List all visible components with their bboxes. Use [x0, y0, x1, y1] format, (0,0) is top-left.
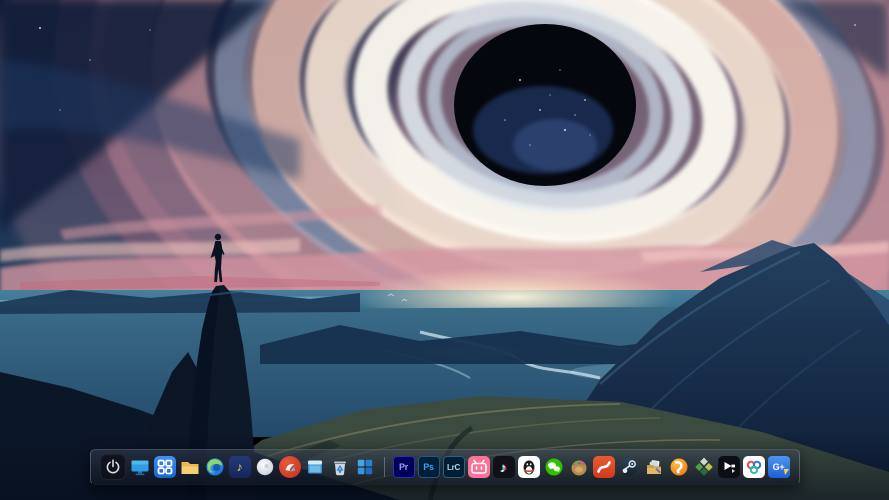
- black-hole-core: [454, 24, 636, 186]
- lightning-icon: [781, 469, 789, 475]
- orange-ribbon-icon: [596, 461, 611, 473]
- power-button[interactable]: [99, 454, 126, 480]
- dock-item-file-manager[interactable]: [179, 456, 201, 478]
- recycle-bin-icon: [333, 461, 346, 476]
- app-grid-icon: [157, 459, 172, 475]
- dock-item-steam[interactable]: [618, 456, 640, 478]
- orange-swirl-icon: [670, 458, 687, 476]
- qq-penguin-icon: [523, 460, 534, 475]
- bilibili-tv-icon: [470, 459, 487, 474]
- window-icon: [307, 460, 322, 474]
- white-disc-icon: [256, 458, 273, 476]
- dock-item-archive[interactable]: [643, 456, 665, 478]
- dock-item-rings[interactable]: [742, 456, 765, 478]
- dock-item-edge[interactable]: [204, 456, 226, 478]
- steam-icon: [620, 458, 637, 476]
- colored-rings-icon: [746, 460, 761, 475]
- monitor-icon: [131, 460, 148, 476]
- wallpaper: [0, 0, 889, 500]
- dock-item-music[interactable]: ♪: [228, 456, 251, 478]
- desktop: ♪ Pr Ps LrC ♪ G+: [0, 0, 889, 500]
- dock-item-orange-swirl[interactable]: [668, 456, 690, 478]
- dock-item-capcut[interactable]: [717, 456, 740, 478]
- wechat-icon: [545, 458, 562, 476]
- dock-item-recycle-bin[interactable]: [329, 456, 351, 478]
- diamond-tiles-icon: [694, 457, 713, 476]
- music-note-icon: ♪: [236, 460, 243, 474]
- game-icon: [571, 460, 586, 476]
- dock-item-game[interactable]: [568, 456, 590, 478]
- dock-item-bilibili[interactable]: [467, 456, 490, 478]
- dock: ♪ Pr Ps LrC ♪ G+: [89, 449, 800, 485]
- dock-item-douyin[interactable]: ♪: [492, 456, 515, 478]
- dock-item-window[interactable]: [304, 456, 326, 478]
- lightroom-label: LrC: [447, 462, 460, 472]
- edge-browser-icon: [206, 458, 223, 476]
- capcut-icon: [724, 462, 735, 473]
- archive-folder-icon: [646, 460, 661, 474]
- dock-item-qq[interactable]: [517, 456, 540, 478]
- dock-item-diamond-tiles[interactable]: [693, 456, 715, 478]
- power-icon: [106, 459, 119, 474]
- dock-item-display[interactable]: [129, 456, 151, 478]
- folder-icon: [181, 462, 198, 474]
- dock-item-wechat[interactable]: [543, 456, 565, 478]
- red-media-icon: [285, 463, 295, 472]
- douyin-note-icon: ♪: [500, 459, 507, 475]
- dock-item-launcher[interactable]: [153, 456, 176, 478]
- dock-item-lightroom[interactable]: LrC: [442, 456, 465, 478]
- dock-item-photoshop[interactable]: Ps: [417, 456, 440, 478]
- dock-separator: [383, 457, 385, 477]
- premiere-label: Pr: [399, 462, 408, 472]
- dock-item-premiere[interactable]: Pr: [392, 456, 415, 478]
- photoshop-label: Ps: [423, 462, 434, 472]
- dock-item-orange-ribbon[interactable]: [592, 456, 615, 478]
- dock-item-red-media[interactable]: [278, 456, 301, 478]
- dock-item-white-disc[interactable]: [254, 456, 276, 478]
- dock-item-g-helper[interactable]: G+: [767, 456, 790, 478]
- dock-item-tiles[interactable]: [354, 456, 376, 478]
- blue-tiles-icon: [357, 459, 372, 475]
